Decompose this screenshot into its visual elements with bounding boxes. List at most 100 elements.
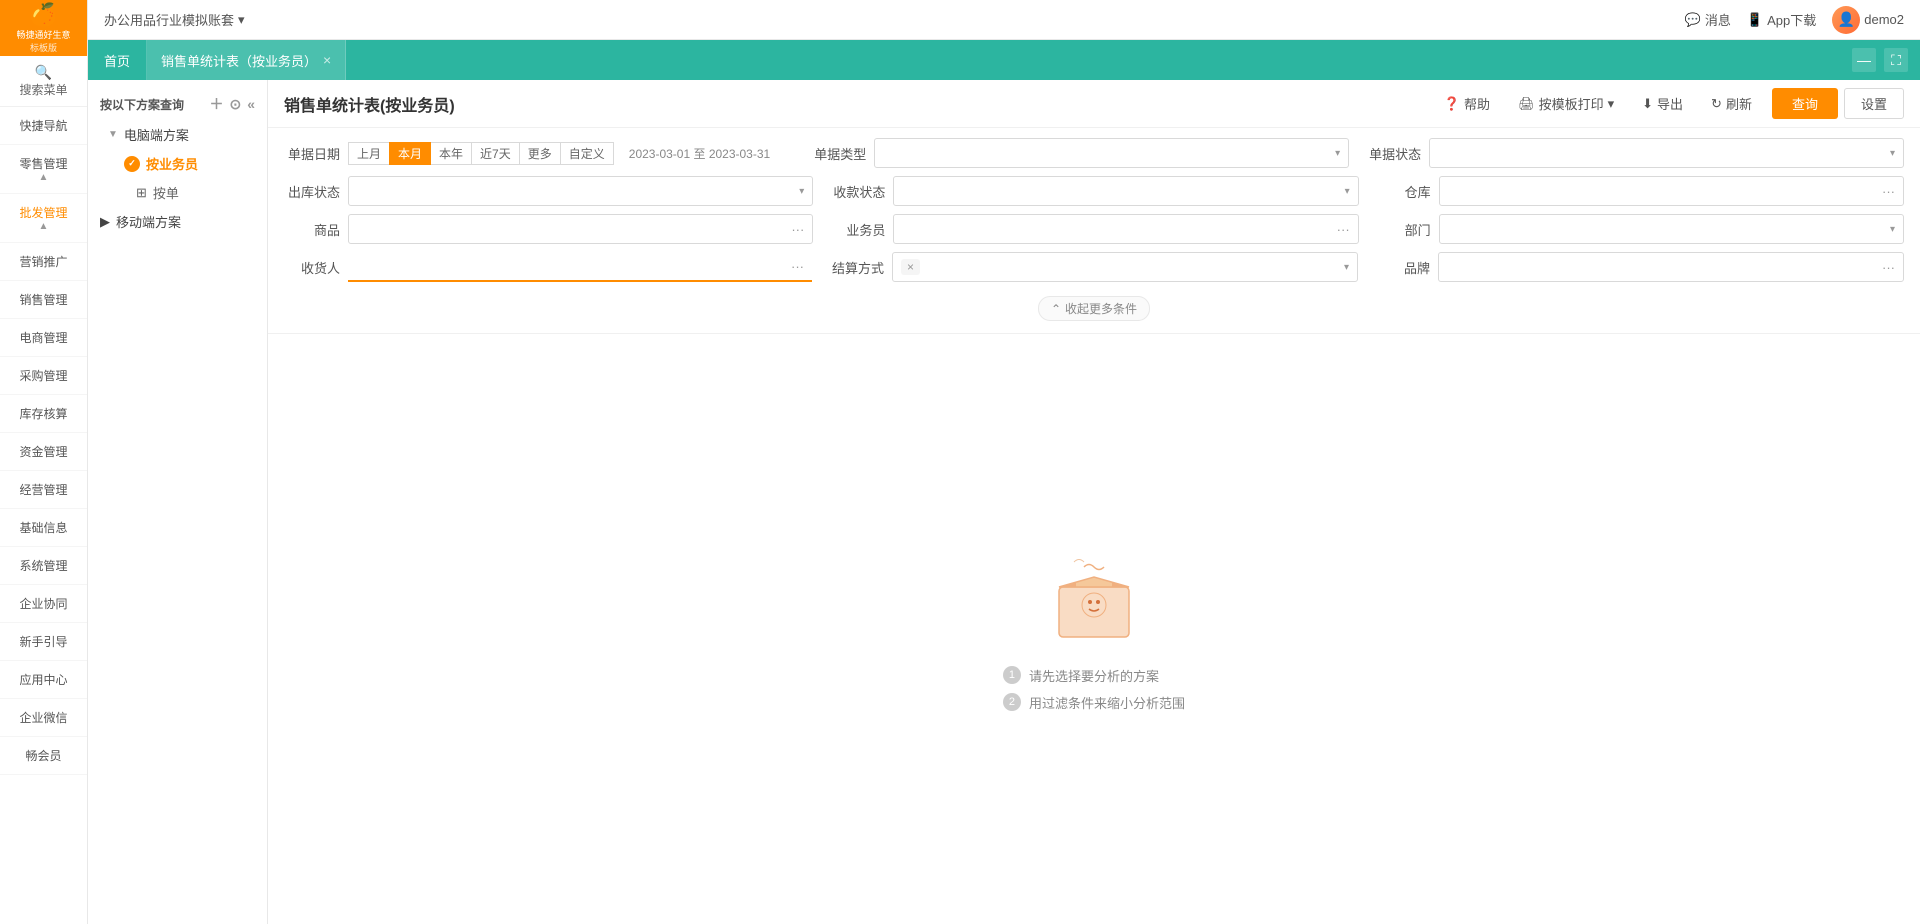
- tab-bar: 首页 销售单统计表（按业务员） × — ⛶: [88, 40, 1920, 80]
- date-tab-custom[interactable]: 自定义: [560, 142, 614, 165]
- app-download-btn[interactable]: 📱 App下载: [1747, 10, 1816, 29]
- filter-row-1: 单据日期 上月 本月 本年 近7天 更多 自定义 2023-03-01 至 20…: [284, 138, 1904, 168]
- date-tab-this-year[interactable]: 本年: [430, 142, 472, 165]
- tab-close-icon[interactable]: ×: [323, 53, 331, 67]
- breadcrumb-dropdown[interactable]: 办公用品行业模拟账套 ▾: [104, 10, 245, 29]
- content-area: 按以下方案查询 ＋ ⊙ « ▼ 电脑端方案 ✓ 按业务员 ⊞ 按单: [88, 80, 1920, 924]
- tab-maximize-btn[interactable]: ⛶: [1884, 48, 1908, 72]
- sidebar-item-marketing[interactable]: 营销推广: [0, 243, 87, 281]
- tree-salesperson-label: 按业务员: [146, 154, 198, 173]
- breadcrumb-arrow-icon: ▾: [238, 12, 245, 28]
- order-status-field[interactable]: ▾: [1429, 138, 1904, 168]
- sidebar-item-basic[interactable]: 基础信息: [0, 509, 87, 547]
- refresh-btn[interactable]: ↻ 刷新: [1703, 90, 1760, 117]
- filter-row-3: 商品 ··· 业务员 ··· 部门 ▾: [284, 214, 1904, 244]
- receiver-field[interactable]: ···: [348, 252, 812, 282]
- tab-home[interactable]: 首页: [88, 40, 147, 80]
- date-range-text: 2023-03-01 至 2023-03-31: [629, 145, 770, 162]
- department-field[interactable]: ▾: [1439, 214, 1904, 244]
- sidebar-item-finance[interactable]: 资金管理: [0, 433, 87, 471]
- collapse-btn[interactable]: ⌃ 收起更多条件: [1038, 296, 1150, 321]
- add-scheme-btn[interactable]: ＋: [209, 94, 223, 114]
- panel-header-label: 按以下方案查询: [100, 96, 184, 113]
- tree-pc-section[interactable]: ▼ 电脑端方案: [88, 120, 267, 149]
- sidebar-item-wechat[interactable]: 企业微信: [0, 699, 87, 737]
- panel-header-actions: ＋ ⊙ «: [209, 94, 255, 114]
- tree-order-item[interactable]: ⊞ 按单: [88, 178, 267, 207]
- edit-scheme-btn[interactable]: ⊙: [229, 96, 241, 113]
- sidebar-item-newbie[interactable]: 新手引导: [0, 623, 87, 661]
- query-action-area: 查询 设置: [1772, 88, 1904, 119]
- order-type-field[interactable]: ▾: [874, 138, 1349, 168]
- sidebar-item-quick-nav[interactable]: 快捷导航: [0, 107, 87, 145]
- query-btn[interactable]: 查询: [1772, 88, 1838, 119]
- date-tab-this-month[interactable]: 本月: [389, 142, 431, 165]
- empty-illustration-wrap: [1034, 547, 1154, 666]
- hint-text-2: 用过滤条件来缩小分析范围: [1029, 693, 1185, 712]
- help-label: 帮助: [1464, 94, 1490, 113]
- sidebar-item-appcenter[interactable]: 应用中心: [0, 661, 87, 699]
- title-actions: ❓ 帮助 🖨 按模板打印 ▾ ⬇ 导出: [1436, 88, 1904, 119]
- sidebar-item-system[interactable]: 系统管理: [0, 547, 87, 585]
- warehouse-field[interactable]: ···: [1439, 176, 1904, 206]
- tab-minimize-btn[interactable]: —: [1852, 48, 1876, 72]
- settings-btn[interactable]: 设置: [1844, 88, 1904, 119]
- export-label: 导出: [1657, 94, 1683, 113]
- app-download-label: App下载: [1767, 10, 1816, 29]
- salesperson-field[interactable]: ···: [893, 214, 1358, 244]
- date-tab-more[interactable]: 更多: [519, 142, 561, 165]
- sidebar-item-sales[interactable]: 销售管理: [0, 281, 87, 319]
- order-icon: ⊞: [136, 185, 147, 201]
- help-btn[interactable]: ❓ 帮助: [1436, 90, 1498, 117]
- payment-label: 收款状态: [829, 182, 885, 201]
- settlement-x-btn[interactable]: ×: [907, 260, 914, 274]
- left-panel: 按以下方案查询 ＋ ⊙ « ▼ 电脑端方案 ✓ 按业务员 ⊞ 按单: [88, 80, 268, 924]
- outbound-label: 出库状态: [284, 182, 340, 201]
- header-right: 💬 消息 📱 App下载 👤 demo2: [1685, 6, 1904, 34]
- payment-arrow: ▾: [1345, 186, 1350, 197]
- template-print-label: 按模板打印: [1539, 94, 1604, 113]
- brand-field[interactable]: ···: [1438, 252, 1904, 282]
- sidebar-item-operations[interactable]: 经营管理: [0, 471, 87, 509]
- hint-text-1: 请先选择要分析的方案: [1029, 666, 1159, 685]
- date-tab-last-month[interactable]: 上月: [348, 142, 390, 165]
- tree-salesperson-item[interactable]: ✓ 按业务员: [88, 149, 267, 178]
- sidebar-item-enterprise[interactable]: 企业协同: [0, 585, 87, 623]
- sidebar-item-retail[interactable]: 零售管理 ▲: [0, 145, 87, 194]
- template-print-arrow: ▾: [1608, 96, 1615, 112]
- goods-field[interactable]: ···: [348, 214, 813, 244]
- app-logo[interactable]: 🍊 畅捷通好生意 标板版: [0, 0, 88, 56]
- tree-mobile-section[interactable]: ▶ 移动端方案: [88, 207, 267, 236]
- collapse-panel-btn[interactable]: «: [247, 96, 255, 112]
- tree-pc-label: 电脑端方案: [124, 125, 189, 144]
- settlement-tag: ×: [901, 259, 920, 275]
- salesperson-label: 业务员: [829, 220, 885, 239]
- export-btn[interactable]: ⬇ 导出: [1634, 90, 1691, 117]
- main-area: 办公用品行业模拟账套 ▾ 💬 消息 📱 App下载 👤 demo2 首页: [88, 0, 1920, 924]
- sidebar-item-ecommerce[interactable]: 电商管理: [0, 319, 87, 357]
- tree-order-label: 按单: [153, 183, 179, 202]
- payment-field[interactable]: ▾: [893, 176, 1358, 206]
- date-tab-7days[interactable]: 近7天: [471, 142, 520, 165]
- settlement-field[interactable]: × ▾: [892, 252, 1358, 282]
- tree-mobile-label: 移动端方案: [116, 212, 181, 231]
- user-avatar-area[interactable]: 👤 demo2: [1832, 6, 1904, 34]
- filter-area: 单据日期 上月 本月 本年 近7天 更多 自定义 2023-03-01 至 20…: [268, 128, 1920, 334]
- sidebar-item-purchase[interactable]: 采购管理: [0, 357, 87, 395]
- app-name: 畅捷通好生意: [16, 30, 70, 41]
- hint-num-2: 2: [1003, 693, 1021, 711]
- template-print-btn[interactable]: 🖨 按模板打印 ▾: [1510, 90, 1622, 117]
- sidebar-item-wholesale[interactable]: 批发管理 ▲: [0, 194, 87, 243]
- outbound-field[interactable]: ▾: [348, 176, 813, 206]
- tab-active[interactable]: 销售单统计表（按业务员） ×: [147, 40, 346, 80]
- outbound-arrow: ▾: [799, 186, 804, 197]
- sidebar-item-inventory[interactable]: 库存核算: [0, 395, 87, 433]
- sidebar-item-member[interactable]: 畅会员: [0, 737, 87, 775]
- order-status-label: 单据状态: [1365, 144, 1421, 163]
- panel-header: 按以下方案查询 ＋ ⊙ «: [88, 88, 267, 120]
- message-btn[interactable]: 💬 消息: [1685, 10, 1731, 29]
- date-label: 单据日期: [284, 144, 340, 163]
- sidebar-search[interactable]: 🔍 搜索菜单: [0, 56, 87, 107]
- header-left: 办公用品行业模拟账套 ▾: [104, 10, 245, 29]
- user-avatar: 👤: [1832, 6, 1860, 34]
